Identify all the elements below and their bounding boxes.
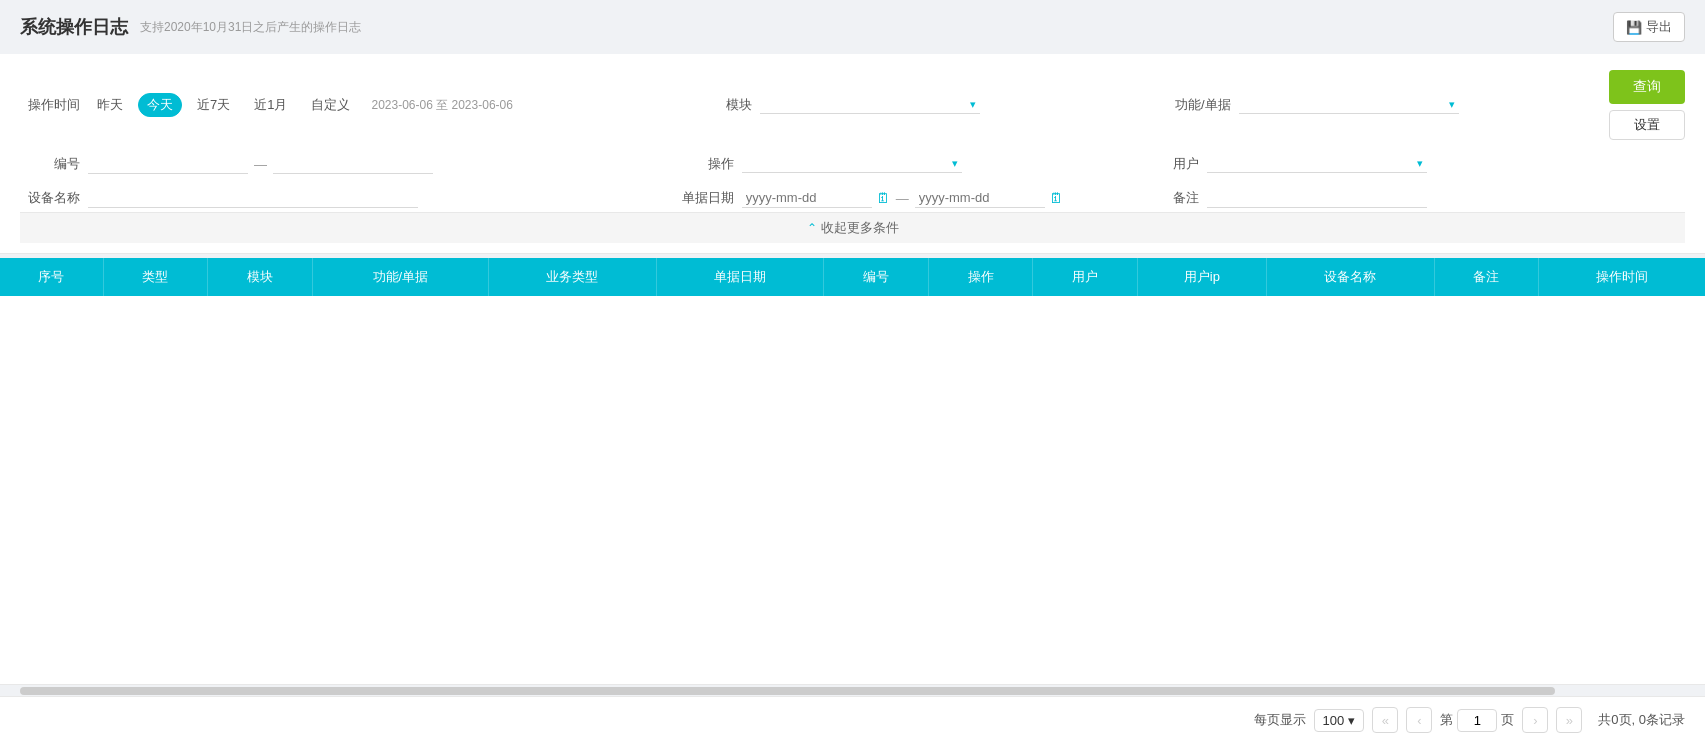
func-filter-item: 功能/单据 ▾ [1151,96,1609,114]
device-filter-item: 设备名称 [20,188,674,208]
pagination-bar: 每页显示 100 ▾ « ‹ 第 页 › » 共0页, 0条记录 [0,696,1705,743]
docdate-to-input[interactable] [915,188,1045,208]
page-size-chevron-icon: ▾ [1348,713,1355,728]
number-label: 编号 [20,155,80,173]
table-col-操作时间: 操作时间 [1538,258,1705,296]
last7-btn[interactable]: 近7天 [188,93,239,117]
module-label: 模块 [692,96,752,114]
page-wrapper: 系统操作日志 支持2020年10月31日之后产生的操作日志 💾 导出 操作时间 … [0,0,1705,743]
number-dash: — [254,157,267,172]
user-label: 用户 [1119,155,1199,173]
calendar-to-icon[interactable]: 🗓 [1049,190,1063,206]
yesterday-btn[interactable]: 昨天 [88,93,132,117]
page-header: 系统操作日志 支持2020年10月31日之后产生的操作日志 💾 导出 [0,0,1705,54]
docdate-from-input[interactable] [742,188,872,208]
docdate-filter-item: 单据日期 🗓 — 🗓 [674,188,1120,208]
op-chevron-icon: ▾ [952,157,958,170]
table-col-业务类型: 业务类型 [489,258,657,296]
table-col-备注: 备注 [1434,258,1538,296]
page-input-area: 第 页 [1440,709,1514,732]
device-input[interactable] [88,188,418,208]
table-col-用户: 用户 [1033,258,1137,296]
page-title-area: 系统操作日志 支持2020年10月31日之后产生的操作日志 [20,15,361,39]
data-table: 序号类型模块功能/单据业务类型单据日期编号操作用户用户ip设备名称备注操作时间 [0,258,1705,296]
page-label: 第 [1440,711,1453,729]
number-from-input[interactable] [88,154,248,174]
time-filter-item: 操作时间 昨天 今天 近7天 近1月 自定义 2023-06-06 至 2023… [20,93,692,117]
first-page-button[interactable]: « [1372,707,1398,733]
user-select[interactable]: ▾ [1207,155,1427,173]
page-summary: 共0页, 0条记录 [1598,711,1685,729]
remark-filter-item: 备注 [1119,188,1565,208]
table-col-设备名称: 设备名称 [1266,258,1434,296]
action-buttons: 查询 设置 [1609,70,1685,140]
filter-panel: 操作时间 昨天 今天 近7天 近1月 自定义 2023-06-06 至 2023… [0,54,1705,254]
scroll-bar-inner [20,687,1555,695]
remark-input[interactable] [1207,188,1427,208]
export-icon: 💾 [1626,20,1642,35]
docdate-dash: — [896,191,909,206]
query-button[interactable]: 查询 [1609,70,1685,104]
time-label: 操作时间 [20,96,80,114]
export-button[interactable]: 💾 导出 [1613,12,1685,42]
export-label: 导出 [1646,18,1672,36]
module-filter-item: 模块 ▾ [692,96,1150,114]
collapse-chevron-icon: ⌃ [807,221,817,235]
module-chevron-icon: ▾ [970,98,976,111]
func-label: 功能/单据 [1151,96,1231,114]
calendar-from-icon[interactable]: 🗓 [876,190,890,206]
collapse-label: 收起更多条件 [821,219,899,237]
docdate-label: 单据日期 [674,189,734,207]
last-page-button[interactable]: » [1556,707,1582,733]
setting-button[interactable]: 设置 [1609,110,1685,140]
op-filter-item: 操作 ▾ [674,155,1120,173]
last1m-btn[interactable]: 近1月 [245,93,296,117]
table-col-模块: 模块 [208,258,312,296]
op-label: 操作 [674,155,734,173]
page-unit: 页 [1501,711,1514,729]
prev-page-button[interactable]: ‹ [1406,707,1432,733]
table-col-操作: 操作 [928,258,1032,296]
table-col-类型: 类型 [103,258,207,296]
page-title: 系统操作日志 [20,15,128,39]
time-date-range: 2023-06-06 至 2023-06-06 [371,97,512,114]
next-page-button[interactable]: › [1522,707,1548,733]
func-select[interactable]: ▾ [1239,96,1459,114]
table-col-用户ip: 用户ip [1137,258,1266,296]
op-select[interactable]: ▾ [742,155,962,173]
table-header-row: 序号类型模块功能/单据业务类型单据日期编号操作用户用户ip设备名称备注操作时间 [0,258,1705,296]
time-filter-group: 昨天 今天 近7天 近1月 自定义 2023-06-06 至 2023-06-0… [88,93,513,117]
user-chevron-icon: ▾ [1417,157,1423,170]
page-size-select[interactable]: 100 ▾ [1314,709,1365,732]
filter-row-3: 设备名称 单据日期 🗓 — 🗓 备注 [20,188,1685,208]
module-select[interactable]: ▾ [760,96,980,114]
page-subtitle: 支持2020年10月31日之后产生的操作日志 [140,19,361,36]
scroll-bar-area[interactable] [0,684,1705,696]
collapse-button[interactable]: ⌃ 收起更多条件 [20,212,1685,243]
filter-row-2: 编号 — 操作 ▾ 用户 ▾ [20,154,1685,174]
number-to-input[interactable] [273,154,433,174]
user-filter-item: 用户 ▾ [1119,155,1565,173]
page-size-value: 100 [1323,713,1345,728]
table-col-单据日期: 单据日期 [656,258,824,296]
device-label: 设备名称 [20,189,80,207]
remark-label: 备注 [1119,189,1199,207]
number-filter-item: 编号 — [20,154,674,174]
table-col-序号: 序号 [0,258,103,296]
table-col-功能/单据: 功能/单据 [312,258,488,296]
table-col-编号: 编号 [824,258,928,296]
table-header: 序号类型模块功能/单据业务类型单据日期编号操作用户用户ip设备名称备注操作时间 [0,258,1705,296]
page-size-label: 每页显示 [1254,711,1306,729]
custom-btn[interactable]: 自定义 [302,93,359,117]
page-number-input[interactable] [1457,709,1497,732]
table-wrapper: 序号类型模块功能/单据业务类型单据日期编号操作用户用户ip设备名称备注操作时间 [0,258,1705,684]
filter-row-1: 操作时间 昨天 今天 近7天 近1月 自定义 2023-06-06 至 2023… [20,70,1685,140]
today-btn[interactable]: 今天 [138,93,182,117]
func-chevron-icon: ▾ [1449,98,1455,111]
